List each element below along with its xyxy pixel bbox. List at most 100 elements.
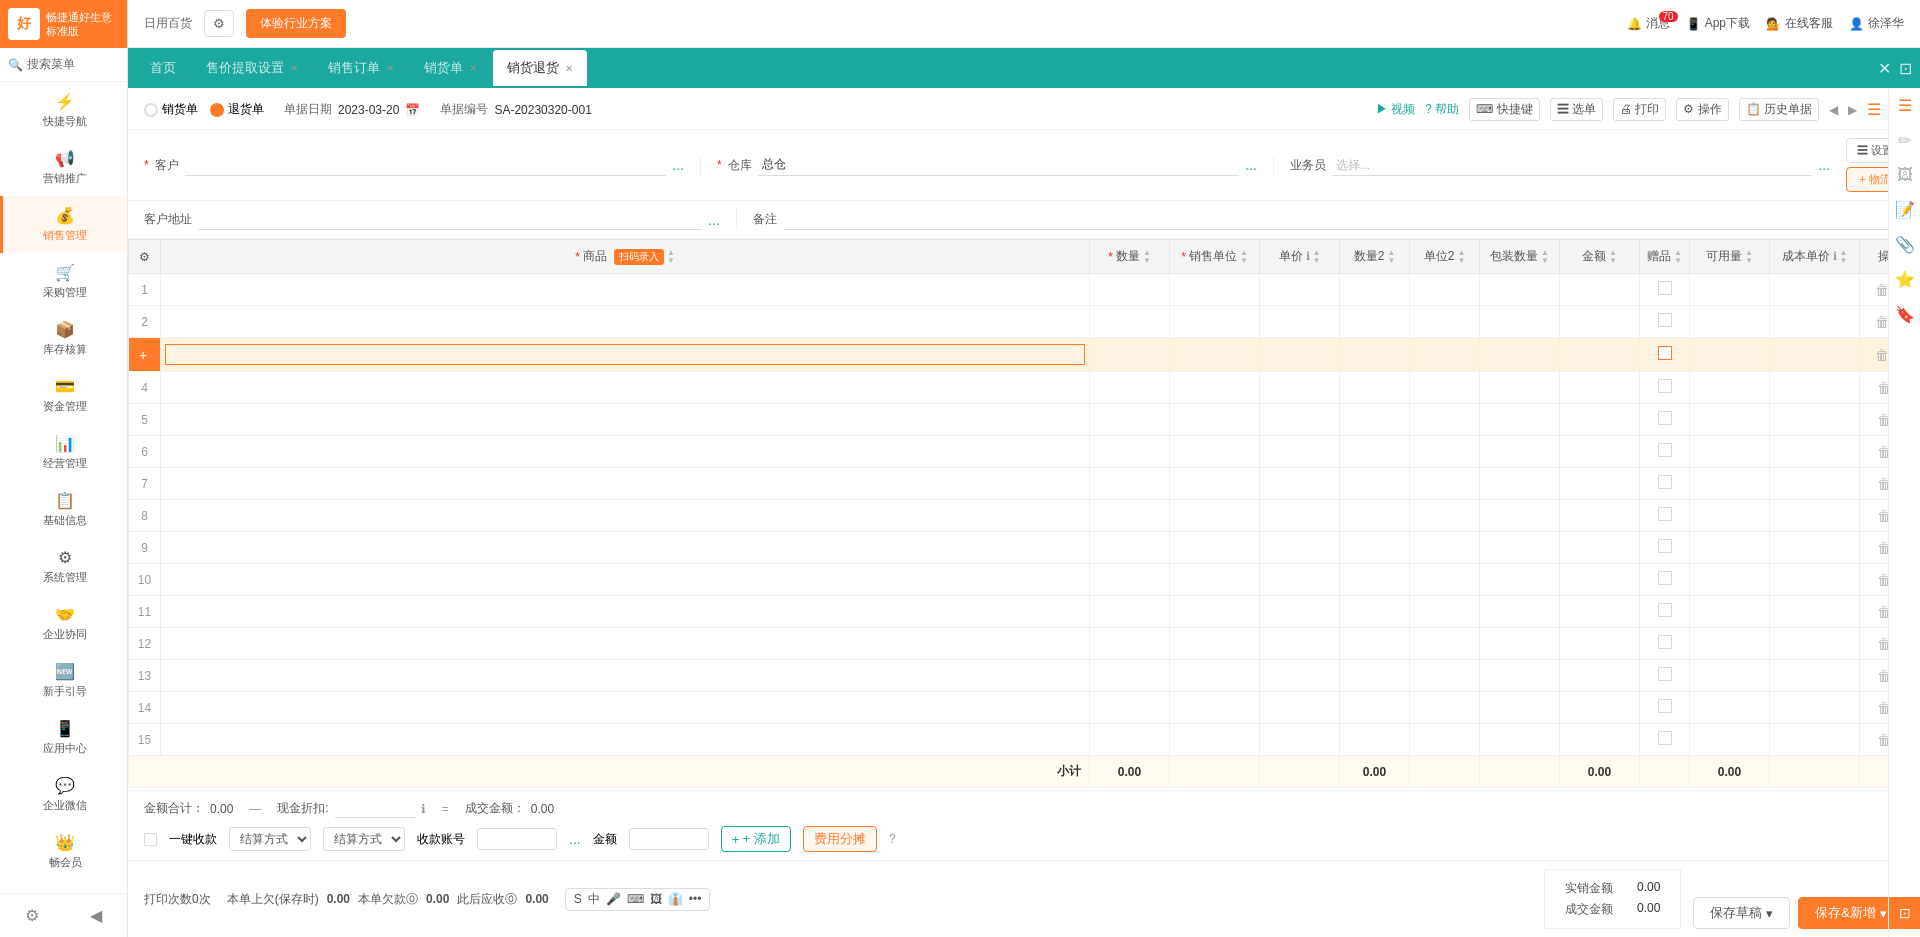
collapse-icon[interactable]: ◀ [86, 902, 106, 929]
toolbar-zh-icon[interactable]: 中 [588, 891, 600, 908]
gift-checkbox[interactable] [1658, 507, 1672, 521]
sidebar-item-appstore[interactable]: 📱 应用中心 [0, 709, 127, 766]
agent-dots[interactable]: ... [1818, 157, 1830, 173]
sidebar-item-guide[interactable]: 🆕 新手引导 [0, 652, 127, 709]
product-cell-2[interactable] [161, 306, 1090, 338]
tab-sales-return[interactable]: 销货退货 ✕ [493, 50, 587, 86]
panel-star-icon[interactable]: ⭐ [1895, 270, 1915, 289]
view-list-icon[interactable]: ☰ [1867, 100, 1881, 119]
prev-record-icon[interactable]: ◀ [1829, 103, 1838, 117]
agent-input[interactable] [1332, 155, 1812, 176]
toolbar-person-icon[interactable]: 👔 [668, 892, 683, 906]
product-cell-1[interactable] [161, 274, 1090, 306]
gift-checkbox[interactable] [1658, 603, 1672, 617]
gift-cell-3[interactable] [1640, 338, 1690, 372]
sidebar-item-quicknav[interactable]: ⚡ 快捷导航 [0, 82, 127, 139]
toolbar-dots-icon[interactable]: ••• [689, 892, 702, 906]
tab-price[interactable]: 售价提取设置 ✕ [192, 50, 312, 86]
sidebar-search[interactable]: 🔍 搜索菜单 [0, 48, 127, 82]
toolbar-s-icon[interactable]: S [574, 892, 582, 906]
sidebar-item-inventory[interactable]: 📦 库存核算 [0, 310, 127, 367]
pkg-cell-1[interactable] [1480, 274, 1560, 306]
price-sort[interactable]: ▲▼ [1313, 249, 1321, 265]
gift-checkbox[interactable] [1658, 379, 1672, 393]
scan-input-btn[interactable]: 扫码录入 [614, 249, 664, 265]
delete-row-1-icon[interactable]: 🗑 [1875, 282, 1889, 298]
sidebar-item-marketing[interactable]: 📢 营销推广 [0, 139, 127, 196]
price-cell-2[interactable] [1260, 306, 1340, 338]
sidebar-item-finance[interactable]: 💳 资金管理 [0, 367, 127, 424]
tab-sales-order-close[interactable]: ✕ [386, 63, 394, 74]
gift-checkbox[interactable] [1658, 475, 1672, 489]
panel-edit-icon[interactable]: ✏ [1898, 131, 1911, 150]
toolbar-img-icon[interactable]: 🖼 [650, 892, 662, 906]
unit2-sort[interactable]: ▲▼ [1457, 249, 1465, 265]
pkg-cell-3[interactable] [1480, 338, 1560, 372]
panel-bookmark-icon[interactable]: 🔖 [1895, 305, 1915, 324]
gift-checkbox-2[interactable] [1658, 313, 1672, 327]
gift-checkbox[interactable] [1658, 539, 1672, 553]
panel-note-icon[interactable]: 📝 [1895, 200, 1915, 219]
product-input-3[interactable] [165, 344, 1085, 365]
customer-input[interactable] [185, 155, 667, 176]
sidebar-item-basic[interactable]: 📋 基础信息 [0, 481, 127, 538]
help-btn[interactable]: ? 帮助 [1425, 101, 1459, 118]
qty2-cell-3[interactable] [1340, 338, 1410, 372]
toolbar-kb-icon[interactable]: ⌨ [627, 892, 644, 906]
settings-bottom-icon[interactable]: ⚙ [21, 902, 43, 929]
calendar-icon[interactable]: 📅 [405, 103, 420, 117]
split-info-icon[interactable]: ? [889, 832, 896, 846]
add-payment-btn[interactable]: + + 添加 [721, 826, 791, 852]
account-no-input[interactable] [477, 828, 557, 850]
shortcut-btn[interactable]: ⌨ 快捷键 [1469, 98, 1539, 121]
qty-cell-1[interactable] [1090, 274, 1170, 306]
unit2-cell-3[interactable] [1410, 338, 1480, 372]
tab-sales-close[interactable]: ✕ [469, 63, 477, 74]
cost-cell-3[interactable] [1770, 338, 1860, 372]
sidebar-item-purchase[interactable]: 🛒 采购管理 [0, 253, 127, 310]
cash-discount-input[interactable] [335, 799, 415, 818]
gift-checkbox[interactable] [1658, 443, 1672, 457]
gift-checkbox[interactable] [1658, 571, 1672, 585]
gift-checkbox[interactable] [1658, 635, 1672, 649]
amount-cell-2[interactable] [1560, 306, 1640, 338]
gift-cell-1[interactable] [1640, 274, 1690, 306]
gift-sort[interactable]: ▲▼ [1674, 249, 1682, 265]
settings-btn[interactable]: ⚙ [204, 10, 234, 37]
cost-sort[interactable]: ▲▼ [1840, 249, 1848, 265]
panel-image-icon[interactable]: 🖼 [1897, 166, 1913, 184]
qty2-sort[interactable]: ▲▼ [1387, 249, 1395, 265]
warehouse-dots[interactable]: ... [1245, 157, 1257, 173]
qty-cell-2[interactable] [1090, 306, 1170, 338]
trial-btn[interactable]: 体验行业方案 [246, 9, 346, 38]
unit2-cell-1[interactable] [1410, 274, 1480, 306]
panel-attachment-icon[interactable]: 📎 [1895, 235, 1915, 254]
pkg-sort[interactable]: ▲▼ [1541, 249, 1549, 265]
close-tab-icon[interactable]: ✕ [1878, 59, 1891, 78]
radio-sales[interactable]: 销货单 [144, 101, 198, 118]
price-cell-1[interactable] [1260, 274, 1340, 306]
print-btn[interactable]: 🖨 打印 [1613, 98, 1666, 121]
panel-list-icon[interactable]: ☰ [1898, 96, 1912, 115]
customer-dots[interactable]: ... [672, 157, 684, 173]
tab-home[interactable]: 首页 [136, 50, 190, 86]
sidebar-item-system[interactable]: ⚙ 系统管理 [0, 538, 127, 595]
cost-cell-1[interactable] [1770, 274, 1860, 306]
warehouse-input[interactable] [758, 155, 1240, 176]
unit-cell-2[interactable] [1170, 306, 1260, 338]
unit-price-info-icon[interactable]: ℹ [1306, 250, 1310, 263]
pkg-cell-2[interactable] [1480, 306, 1560, 338]
amount-sort[interactable]: ▲▼ [1609, 249, 1617, 265]
delete-row-2-icon[interactable]: 🗑 [1875, 314, 1889, 330]
unit-sort[interactable]: ▲▼ [1240, 249, 1248, 265]
radio-return[interactable]: 退货单 [210, 101, 264, 118]
gift-checkbox[interactable] [1658, 731, 1672, 745]
split-btn[interactable]: 费用分摊 [803, 826, 877, 852]
avail-cell-1[interactable] [1690, 274, 1770, 306]
gift-checkbox-3[interactable] [1658, 346, 1672, 360]
select-btn[interactable]: ☰ 选单 [1550, 98, 1603, 121]
amount-input[interactable] [629, 828, 709, 850]
qty2-cell-1[interactable] [1340, 274, 1410, 306]
sidebar-item-wechat[interactable]: 💬 企业微信 [0, 766, 127, 823]
address-dots[interactable]: ... [708, 212, 720, 228]
